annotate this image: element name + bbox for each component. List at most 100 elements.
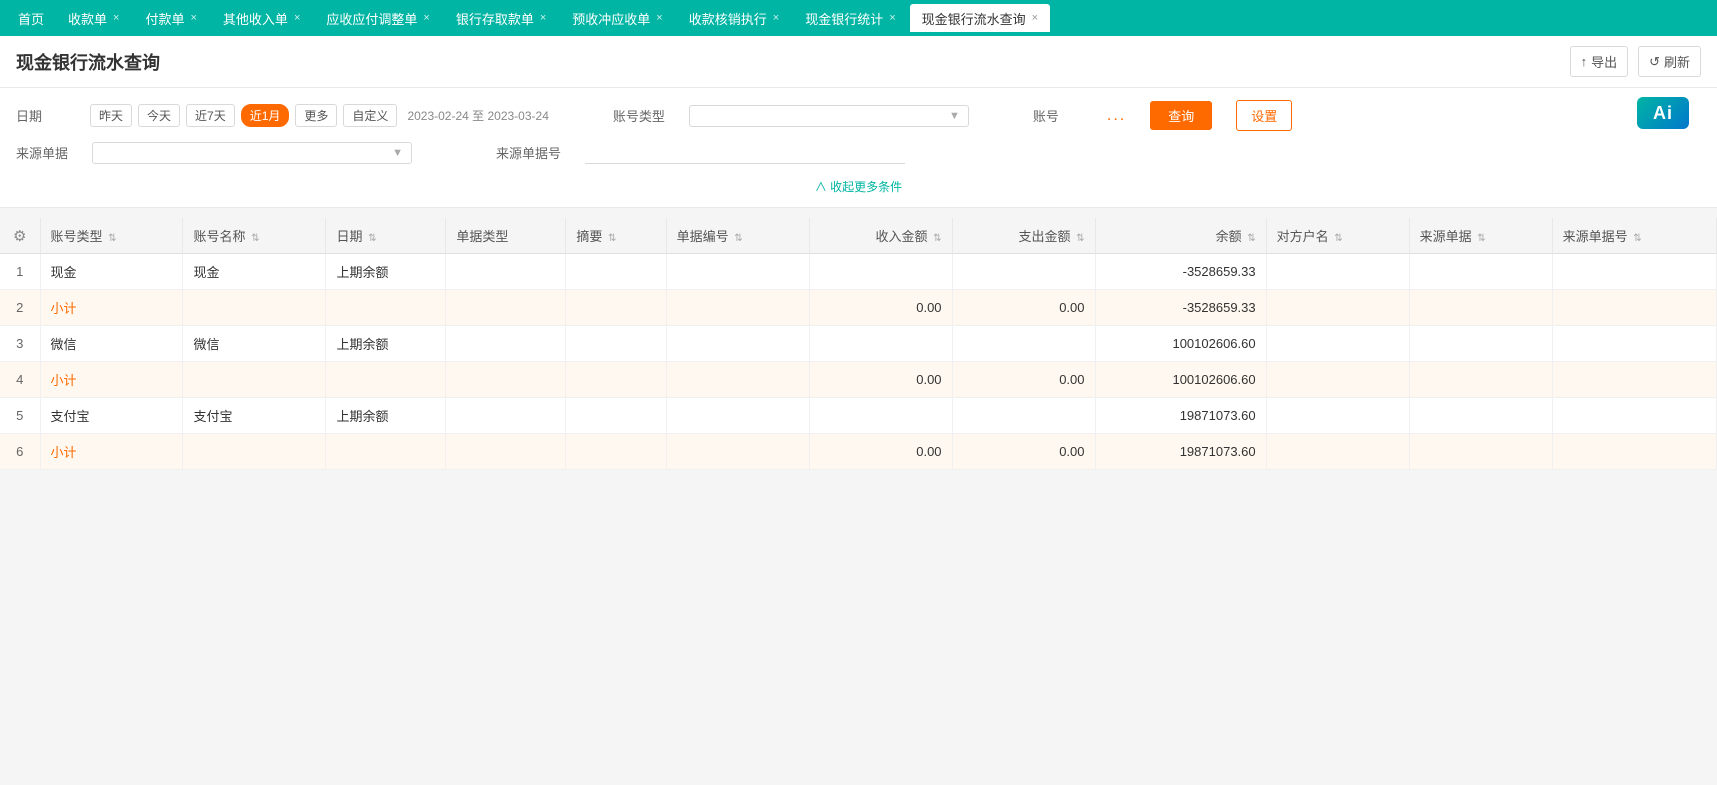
table-row[interactable]: 3微信微信上期余额100102606.60	[0, 326, 1717, 362]
ai-assistant-badge[interactable]: Ai	[1637, 97, 1689, 129]
cell-seq: 3	[0, 326, 40, 362]
cell-seq: 5	[0, 398, 40, 434]
nav-tab-fukuandan[interactable]: 付款单 ×	[133, 4, 208, 32]
nav-tab-yushou[interactable]: 预收冲应收单 ×	[560, 4, 674, 32]
cell-sourceDoc	[1409, 254, 1552, 290]
table-row[interactable]: 1现金现金上期余额-3528659.33	[0, 254, 1717, 290]
col-source-doc-no-header[interactable]: 来源单据号 ⇅	[1552, 218, 1716, 254]
cell-accountType: 小计	[40, 362, 183, 398]
cell-date	[326, 362, 446, 398]
date-btn-today[interactable]: 今天	[138, 104, 180, 127]
close-tab-4-icon[interactable]: ×	[540, 12, 546, 24]
close-tab-7-icon[interactable]: ×	[889, 12, 895, 24]
table-row[interactable]: 6小计0.000.0019871073.60	[0, 434, 1717, 470]
col-income-header[interactable]: 收入金额 ⇅	[809, 218, 952, 254]
account-ellipsis-button[interactable]: ...	[1107, 107, 1126, 125]
cell-balance: 19871073.60	[1095, 398, 1266, 434]
cell-docType	[446, 362, 566, 398]
cell-expense: 0.00	[952, 434, 1095, 470]
col-date-header[interactable]: 日期 ⇅	[326, 218, 446, 254]
nav-tab-xianjinliushui[interactable]: 现金银行流水查询 ×	[910, 4, 1050, 32]
source-doc-no-input[interactable]	[585, 141, 905, 164]
page-header: 现金银行流水查询 ↑ 导出 ↺ 刷新	[0, 36, 1717, 88]
nav-tab-shoukuan[interactable]: 收款核销执行 ×	[677, 4, 791, 32]
cell-summary	[566, 254, 666, 290]
col-settings-header[interactable]: ⚙	[0, 218, 40, 254]
cell-counterparty	[1266, 398, 1409, 434]
cell-sourceDoc	[1409, 398, 1552, 434]
cell-docType	[446, 254, 566, 290]
source-doc-select[interactable]: ▼	[92, 142, 412, 164]
cell-summary	[566, 362, 666, 398]
date-btn-1month[interactable]: 近1月	[241, 104, 290, 127]
cell-accountName: 现金	[183, 254, 326, 290]
cell-sourceDoc	[1409, 326, 1552, 362]
nav-tab-shoudan[interactable]: 收款单 ×	[56, 4, 131, 32]
col-expense-header[interactable]: 支出金额 ⇅	[952, 218, 1095, 254]
cell-expense: 0.00	[952, 362, 1095, 398]
col-balance-header[interactable]: 余额 ⇅	[1095, 218, 1266, 254]
col-doc-no-header[interactable]: 单据编号 ⇅	[666, 218, 809, 254]
col-account-type-header[interactable]: 账号类型 ⇅	[40, 218, 183, 254]
cell-expense	[952, 398, 1095, 434]
sort-expense-icon: ⇅	[1076, 233, 1084, 244]
settings-button[interactable]: 设置	[1236, 100, 1292, 131]
cell-docNo	[666, 290, 809, 326]
nav-tab-yinghangcunkuan[interactable]: 银行存取款单 ×	[444, 4, 558, 32]
table-row[interactable]: 5支付宝支付宝上期余额19871073.60	[0, 398, 1717, 434]
collapse-more-conditions[interactable]: ∧ 收起更多条件	[16, 174, 1701, 195]
table-row[interactable]: 2小计0.000.00-3528659.33	[0, 290, 1717, 326]
data-table: ⚙ 账号类型 ⇅ 账号名称 ⇅ 日期 ⇅ 单据类型 摘要	[0, 218, 1717, 470]
nav-tab-qitashourudan[interactable]: 其他收入单 ×	[211, 4, 312, 32]
account-type-select[interactable]: ▼	[689, 105, 969, 127]
cell-counterparty	[1266, 434, 1409, 470]
close-tab-0-icon[interactable]: ×	[113, 12, 119, 24]
table-gear-icon[interactable]: ⚙	[13, 228, 26, 245]
col-counterparty-header[interactable]: 对方户名 ⇅	[1266, 218, 1409, 254]
header-actions: ↑ 导出 ↺ 刷新	[1570, 46, 1701, 77]
cell-sourceDocNo	[1552, 290, 1716, 326]
close-tab-6-icon[interactable]: ×	[773, 12, 779, 24]
cell-sourceDocNo	[1552, 362, 1716, 398]
close-tab-5-icon[interactable]: ×	[656, 12, 662, 24]
date-btn-yesterday[interactable]: 昨天	[90, 104, 132, 127]
cell-counterparty	[1266, 362, 1409, 398]
cell-seq: 2	[0, 290, 40, 326]
source-doc-no-label: 来源单据号	[496, 143, 561, 162]
refresh-button[interactable]: ↺ 刷新	[1638, 46, 1701, 77]
nav-home[interactable]: 首页	[8, 9, 54, 28]
col-source-doc-header[interactable]: 来源单据 ⇅	[1409, 218, 1552, 254]
col-summary-header[interactable]: 摘要 ⇅	[566, 218, 666, 254]
account-label: 账号	[1033, 106, 1083, 125]
cell-sourceDocNo	[1552, 326, 1716, 362]
table-row[interactable]: 4小计0.000.00100102606.60	[0, 362, 1717, 398]
cell-sourceDoc	[1409, 434, 1552, 470]
date-options: 昨天 今天 近7天 近1月 更多 自定义 2023-02-24 至 2023-0…	[90, 104, 549, 127]
close-tab-3-icon[interactable]: ×	[423, 12, 429, 24]
query-button[interactable]: 查询	[1150, 101, 1212, 130]
cell-accountName	[183, 362, 326, 398]
export-button[interactable]: ↑ 导出	[1570, 46, 1629, 77]
close-tab-2-icon[interactable]: ×	[294, 12, 300, 24]
cell-counterparty	[1266, 254, 1409, 290]
cell-balance: 100102606.60	[1095, 326, 1266, 362]
date-btn-more[interactable]: 更多	[295, 104, 337, 127]
cell-sourceDoc	[1409, 362, 1552, 398]
cell-income: 0.00	[809, 434, 952, 470]
cell-summary	[566, 398, 666, 434]
nav-tab-yingshouzhengjie[interactable]: 应收应付调整单 ×	[314, 4, 441, 32]
nav-tab-xianjintongji[interactable]: 现金银行统计 ×	[793, 4, 907, 32]
close-tab-1-icon[interactable]: ×	[190, 12, 196, 24]
cell-docType	[446, 398, 566, 434]
cell-seq: 4	[0, 362, 40, 398]
date-btn-custom[interactable]: 自定义	[343, 104, 397, 127]
date-btn-7days[interactable]: 近7天	[186, 104, 235, 127]
sort-account-type-icon: ⇅	[108, 233, 116, 244]
col-account-name-header[interactable]: 账号名称 ⇅	[183, 218, 326, 254]
close-tab-8-icon[interactable]: ×	[1032, 12, 1038, 24]
cell-counterparty	[1266, 326, 1409, 362]
cell-accountName	[183, 434, 326, 470]
cell-summary	[566, 434, 666, 470]
cell-accountType: 小计	[40, 434, 183, 470]
cell-docType	[446, 290, 566, 326]
